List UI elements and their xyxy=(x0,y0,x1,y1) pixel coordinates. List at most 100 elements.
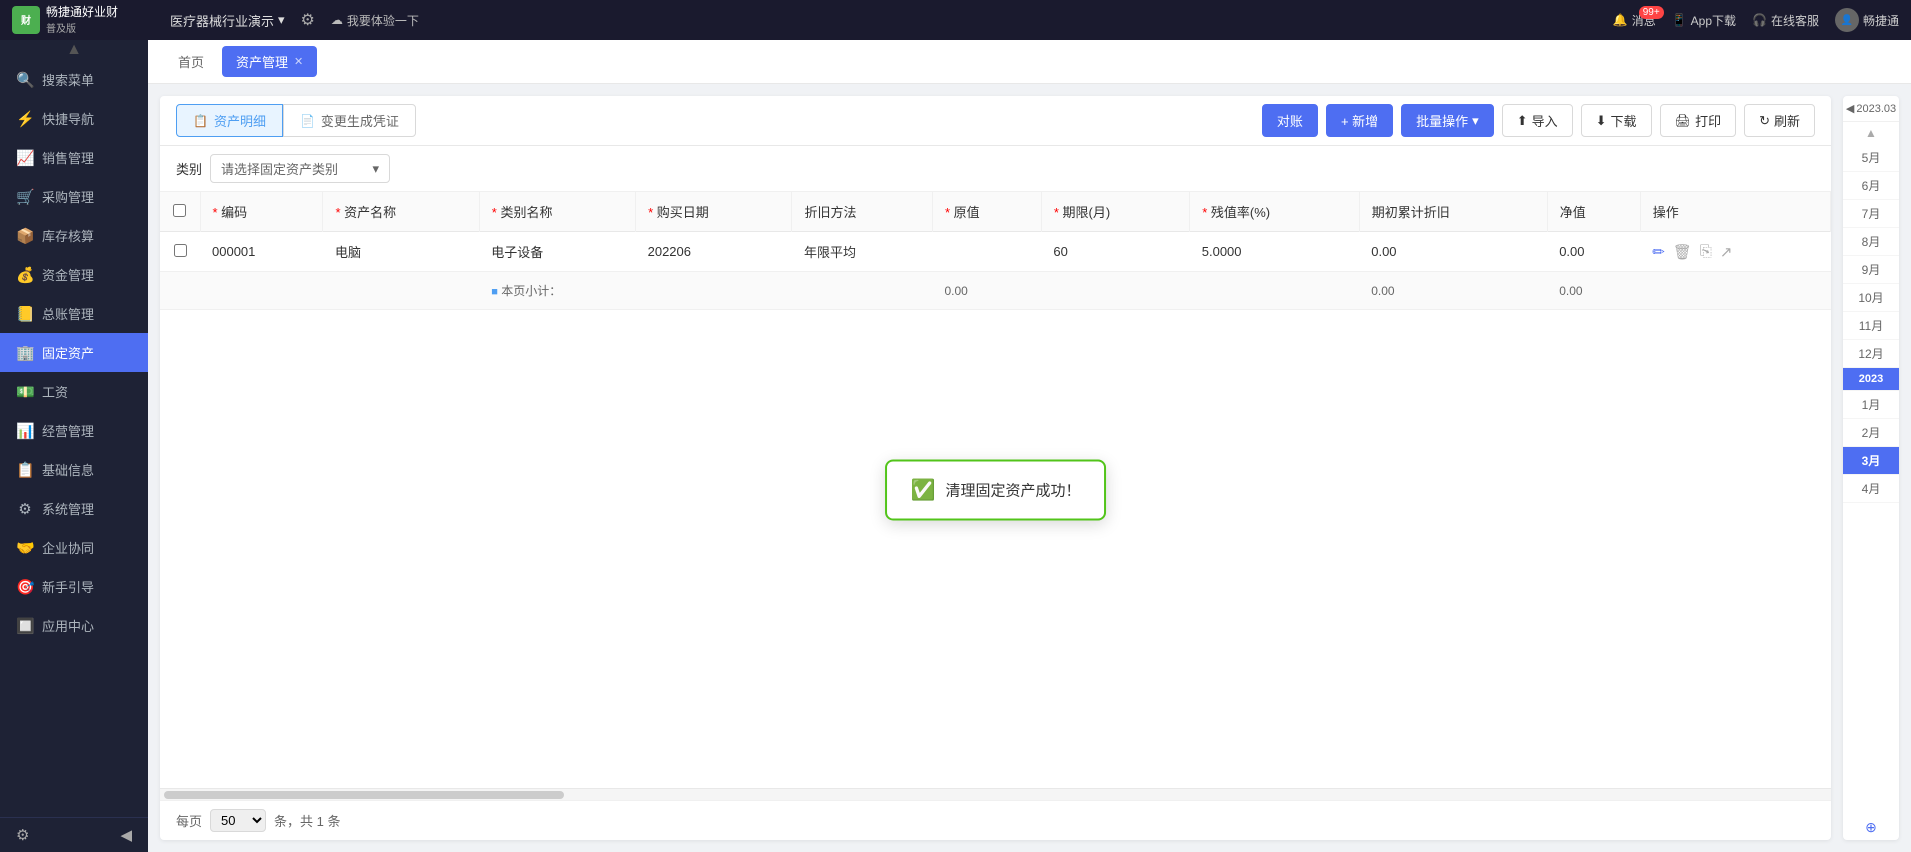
batch-button[interactable]: 批量操作 ▾ xyxy=(1401,104,1494,137)
timeline-scroll-down[interactable]: ⊕ xyxy=(1843,815,1899,840)
delete-icon[interactable]: 🗑 xyxy=(1673,243,1692,261)
experience-button[interactable]: ☁ 我要体验一下 xyxy=(331,12,419,29)
print-button[interactable]: 🖨 打印 xyxy=(1660,104,1737,137)
app-download-item[interactable]: 📱 App下载 xyxy=(1672,12,1736,29)
cell-purchase-date: 202206 xyxy=(636,232,792,272)
tab-close-icon[interactable]: ✕ xyxy=(294,55,303,68)
sidebar-item-inventory[interactable]: 📦 库存核算 xyxy=(0,216,148,255)
scrollbar-area[interactable] xyxy=(160,788,1831,800)
sidebar-gear-icon[interactable]: ⚙ xyxy=(16,826,29,844)
sidebar-item-guide[interactable]: 🎯 新手引导 xyxy=(0,567,148,606)
salary-icon: 💵 xyxy=(16,383,34,401)
edit-icon[interactable]: ✏ xyxy=(1652,243,1665,261)
sub-tab-change-voucher[interactable]: 📄 变更生成凭证 xyxy=(283,104,416,137)
action-icons: ✏ 🗑 ⎘ ↗ xyxy=(1652,243,1818,261)
sidebar-item-label: 经营管理 xyxy=(42,421,94,440)
timeline-month-11[interactable]: 11月 xyxy=(1843,312,1899,340)
timeline-year-2023[interactable]: 2023 xyxy=(1843,368,1899,391)
table-header-row: 编码 资产名称 类别名称 购买日期 折旧方法 原值 期限(月) 残值率(%) 期… xyxy=(160,192,1831,232)
subtotal-empty-code xyxy=(200,272,323,310)
col-original-value: 原值 xyxy=(932,192,1041,232)
print-icon: 🖨 xyxy=(1675,113,1692,129)
subtotal-net: 0.00 xyxy=(1547,272,1640,310)
select-all-checkbox[interactable] xyxy=(173,204,186,217)
sidebar-item-operations[interactable]: 📊 经营管理 xyxy=(0,411,148,450)
cell-category: 电子设备 xyxy=(479,232,635,272)
sidebar-item-sales[interactable]: 📈 销售管理 xyxy=(0,138,148,177)
download-button[interactable]: ⬇ 下载 xyxy=(1581,104,1652,137)
avatar: 👤 xyxy=(1835,8,1859,32)
sidebar-item-fixed-assets[interactable]: 🏢 固定资产 xyxy=(0,333,148,372)
sidebar: ▲ 🔍 搜索菜单 ⚡ 快捷导航 📈 销售管理 🛒 采购管理 📦 库存核算 💰 资… xyxy=(0,40,148,852)
timeline-month-1[interactable]: 1月 xyxy=(1843,391,1899,419)
cell-residual-rate: 5.0000 xyxy=(1190,232,1359,272)
logo: 财 畅捷通好业财 普及版 xyxy=(12,5,160,34)
sub-tab-asset-list-label: 资产明细 xyxy=(214,111,266,130)
sidebar-item-quick-nav[interactable]: ⚡ 快捷导航 xyxy=(0,99,148,138)
online-service-label: 在线客服 xyxy=(1771,12,1819,29)
per-page-select[interactable]: 50 100 xyxy=(210,809,266,832)
reconcile-button[interactable]: 对账 xyxy=(1262,104,1318,137)
refresh-button[interactable]: ↻ 刷新 xyxy=(1744,104,1815,137)
filter-category-chevron: ▾ xyxy=(372,161,379,177)
subtotal-row: ■ 本页小计： 0.00 0.00 0.00 xyxy=(160,272,1831,310)
timeline-month-7[interactable]: 7月 xyxy=(1843,200,1899,228)
timeline-month-5[interactable]: 5月 xyxy=(1843,144,1899,172)
timeline-month-4[interactable]: 4月 xyxy=(1843,475,1899,503)
tab-asset-mgmt[interactable]: 资产管理 ✕ xyxy=(222,46,317,77)
col-initial-depreciation: 期初累计折旧 xyxy=(1359,192,1547,232)
settings-icon[interactable]: ⚙ xyxy=(301,10,315,30)
tab-home[interactable]: 首页 xyxy=(164,46,218,77)
total-text: 条，共 1 条 xyxy=(274,811,340,830)
timeline-month-9[interactable]: 9月 xyxy=(1843,256,1899,284)
sidebar-item-enterprise[interactable]: 🤝 企业协同 xyxy=(0,528,148,567)
sidebar-bottom: ⚙ ◀ xyxy=(0,817,148,852)
sidebar-item-purchase[interactable]: 🛒 采购管理 xyxy=(0,177,148,216)
finance-icon: 💰 xyxy=(16,266,34,284)
more-icon[interactable]: ↗ xyxy=(1720,243,1733,261)
new-label: + 新增 xyxy=(1341,111,1378,130)
sub-tab-bar: 📋 资产明细 📄 变更生成凭证 对账 + 新增 xyxy=(160,96,1831,146)
copy-icon[interactable]: ⎘ xyxy=(1700,243,1712,261)
col-code: 编码 xyxy=(200,192,323,232)
timeline-month-6[interactable]: 6月 xyxy=(1843,172,1899,200)
sub-tab-asset-list[interactable]: 📋 资产明细 xyxy=(176,104,283,137)
timeline-scroll-up[interactable]: ▲ xyxy=(1843,122,1899,144)
tab-home-label: 首页 xyxy=(178,52,204,71)
company-selector[interactable]: 医疗器械行业演示 ▾ xyxy=(170,11,285,30)
ledger-icon: 📒 xyxy=(16,305,34,323)
print-label: 打印 xyxy=(1695,111,1721,130)
new-button[interactable]: + 新增 xyxy=(1326,104,1393,137)
timeline-month-8[interactable]: 8月 xyxy=(1843,228,1899,256)
filter-category-select[interactable]: 请选择固定资产类别 ▾ xyxy=(210,154,390,183)
timeline-month-12[interactable]: 12月 xyxy=(1843,340,1899,368)
sidebar-item-basic-info[interactable]: 📋 基础信息 xyxy=(0,450,148,489)
sidebar-collapse-icon[interactable]: ◀ xyxy=(120,826,132,844)
sidebar-item-salary[interactable]: 💵 工资 xyxy=(0,372,148,411)
row-checkbox[interactable] xyxy=(174,244,187,257)
import-button[interactable]: ⬆ 导入 xyxy=(1502,104,1573,137)
timeline-month-3-current[interactable]: 3月 xyxy=(1843,447,1899,475)
sidebar-scroll-up[interactable]: ▲ xyxy=(0,40,148,60)
top-bar-right: 🔔 消息 99+ 📱 App下载 🎧 在线客服 👤 畅捷通 xyxy=(1613,8,1899,32)
timeline-month-10[interactable]: 10月 xyxy=(1843,284,1899,312)
sidebar-item-finance[interactable]: 💰 资金管理 xyxy=(0,255,148,294)
scrollbar-thumb[interactable] xyxy=(164,791,564,799)
select-all-cell[interactable] xyxy=(160,192,200,232)
sidebar-item-label: 销售管理 xyxy=(42,148,94,167)
online-service-item[interactable]: 🎧 在线客服 xyxy=(1752,12,1819,29)
sidebar-item-ledger[interactable]: 📒 总账管理 xyxy=(0,294,148,333)
notification-badge: 99+ xyxy=(1639,6,1664,19)
mobile-icon: 📱 xyxy=(1672,13,1687,27)
chevron-left-icon[interactable]: ◀ xyxy=(1846,102,1854,115)
row-checkbox-cell[interactable] xyxy=(160,232,200,272)
system-icon: ⚙ xyxy=(16,500,34,518)
subtotal-original: 0.00 xyxy=(932,272,1041,310)
sidebar-item-search[interactable]: 🔍 搜索菜单 xyxy=(0,60,148,99)
notification-item[interactable]: 🔔 消息 99+ xyxy=(1613,12,1656,29)
timeline-month-2[interactable]: 2月 xyxy=(1843,419,1899,447)
user-item[interactable]: 👤 畅捷通 xyxy=(1835,8,1899,32)
sidebar-item-app-center[interactable]: 🔲 应用中心 xyxy=(0,606,148,645)
sidebar-item-system[interactable]: ⚙ 系统管理 xyxy=(0,489,148,528)
col-actions: 操作 xyxy=(1640,192,1830,232)
